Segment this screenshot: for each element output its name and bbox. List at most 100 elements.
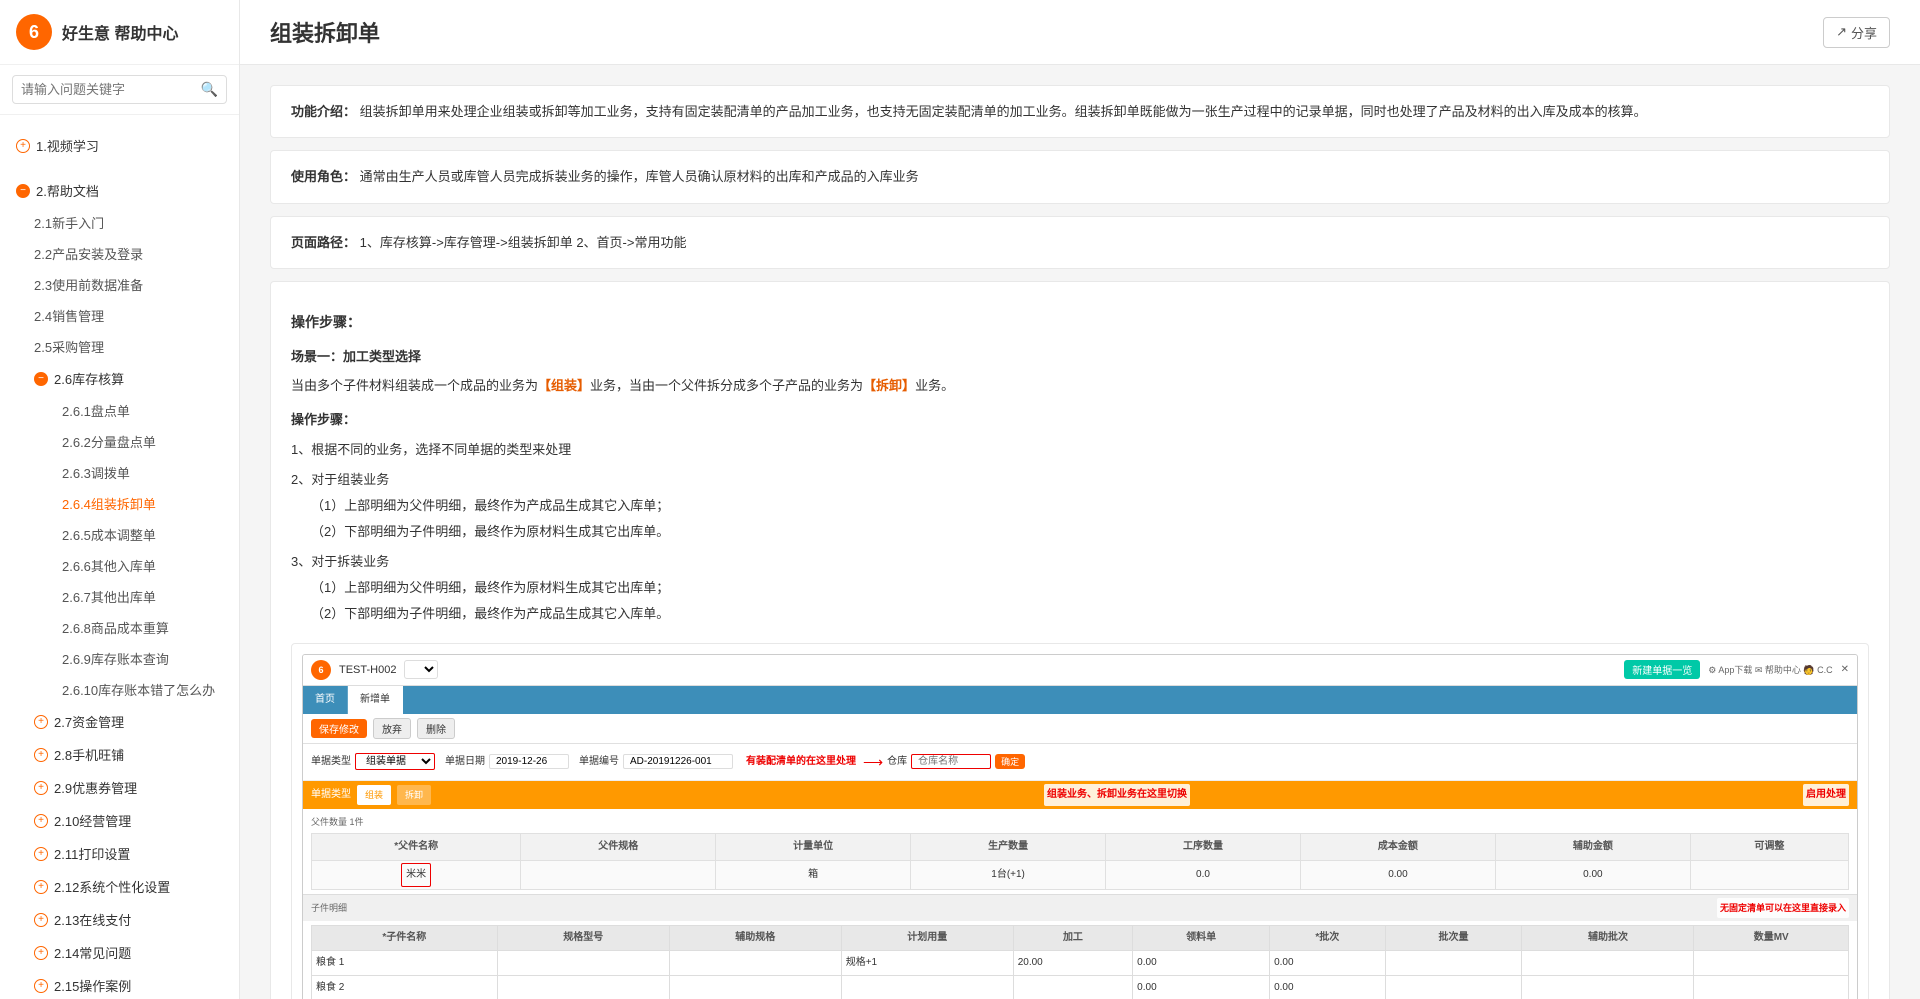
sim-th-aux-spec: 辅助规格 bbox=[669, 925, 841, 950]
sidebar-item-other-out[interactable]: 2.6.7其他出库单 bbox=[56, 581, 239, 612]
sim-th-aux: 辅助金额 bbox=[1495, 833, 1690, 860]
sim-ann1-area: 有装配清单的在这里处理 ⟶ 仓库 确定 bbox=[743, 748, 1025, 776]
sim-type-bar: 单据类型 组装 拆卸 组装业务、拆卸业务在这里切换 启用处理 bbox=[303, 781, 1857, 809]
sidebar-item-finance[interactable]: + 2.7资金管理 bbox=[28, 705, 239, 738]
step3-2-text: （2）下部明细为子件明细，最终作为产成品生成其它入库单。 bbox=[311, 601, 1869, 627]
sim-top-icons: ⚙ App下载 ✉ 帮助中心 🧑 C.C bbox=[1708, 661, 1832, 679]
sim-th-process: 加工 bbox=[1013, 925, 1132, 950]
sim-no-input[interactable] bbox=[623, 754, 733, 769]
sim-ann3-text: 组装业务、拆卸业务在这里切换 bbox=[1044, 784, 1190, 806]
share-button[interactable]: ↗ 分享 bbox=[1823, 17, 1890, 48]
sim-tab-new[interactable]: 新增单 bbox=[348, 686, 403, 714]
sim-save-btn[interactable]: 保存修改 bbox=[311, 719, 367, 738]
zuzhuang-link[interactable]: 【组装】 bbox=[538, 378, 590, 393]
page-title: 组装拆卸单 bbox=[270, 16, 380, 48]
sidebar-item-install[interactable]: 2.2产品安装及登录 bbox=[28, 238, 239, 269]
nav-list: + 1.视频学习 − 2.帮助文档 2.1新手入门 2.2产品安装及登录 2.3… bbox=[0, 115, 239, 999]
sidebar-item-faq[interactable]: + 2.14常见问题 bbox=[28, 936, 239, 969]
sim-td-prod-qty: 1台(+1) bbox=[911, 860, 1106, 889]
sim-type-select[interactable]: 组装单据 bbox=[355, 753, 435, 770]
sim-top-bar: 6 TEST-H002 新建单据一览 ⚙ App下载 ✉ 帮助中心 🧑 C.C … bbox=[303, 655, 1857, 686]
sim-no-label: 单据编号 bbox=[579, 752, 619, 772]
expand-icon-cases: + bbox=[34, 979, 48, 993]
chaiqian-link[interactable]: 【拆卸】 bbox=[863, 378, 915, 393]
app-logo-text: 好生意 帮助中心 bbox=[62, 20, 178, 44]
sim-close-icon[interactable]: ✕ bbox=[1841, 660, 1849, 680]
sim-tab-home[interactable]: 首页 bbox=[303, 686, 348, 714]
sim-new-btn[interactable]: 新建单据一览 bbox=[1624, 660, 1700, 679]
scene1-desc-mid: 业务，当由一个父件拆分成多个子产品的业务为 bbox=[590, 378, 863, 393]
sidebar-item-ledger-query[interactable]: 2.6.9库存账本查询 bbox=[56, 643, 239, 674]
sidebar-item-docs[interactable]: − 2.帮助文档 bbox=[0, 174, 239, 207]
sim-ann5-text: 无固定清单可以在这里直接录入 bbox=[1717, 898, 1849, 918]
sim-highlight-cell[interactable]: 米米 bbox=[401, 863, 431, 887]
sidebar-item-sys-settings[interactable]: + 2.12系统个性化设置 bbox=[28, 870, 239, 903]
logo-area: 6 好生意 帮助中心 bbox=[0, 0, 239, 65]
expand-icon-sys: + bbox=[34, 880, 48, 894]
sidebar-item-cost-adjust[interactable]: 2.6.5成本调整单 bbox=[56, 519, 239, 550]
sim-type-switch: 单据类型 组装 拆卸 bbox=[311, 785, 431, 805]
sidebar-item-sales[interactable]: 2.4销售管理 bbox=[28, 300, 239, 331]
sidebar-item-other-in[interactable]: 2.6.6其他入库单 bbox=[56, 550, 239, 581]
search-icon[interactable]: 🔍 bbox=[201, 81, 218, 98]
sim-date-input[interactable] bbox=[489, 754, 569, 769]
sim-ann4-text: 启用处理 bbox=[1803, 784, 1849, 806]
sidebar-item-print[interactable]: + 2.11打印设置 bbox=[28, 837, 239, 870]
sidebar-item-data-prep-label: 2.3使用前数据准备 bbox=[34, 278, 143, 293]
step3-1-text: （1）上部明细为父件明细，最终作为原材料生成其它出库单； bbox=[311, 575, 1869, 601]
ops-steps-block: 操作步骤： 场景一：加工类型选择 当由多个子件材料组装成一个成品的业务为【组装】… bbox=[270, 281, 1890, 999]
sidebar-item-install-label: 2.2产品安装及登录 bbox=[34, 247, 143, 262]
sidebar-item-stocktake[interactable]: 2.6.1盘点单 bbox=[56, 395, 239, 426]
sim-th-qty: 数量MV bbox=[1694, 925, 1849, 950]
sidebar-item-newbie[interactable]: 2.1新手入门 bbox=[28, 207, 239, 238]
sidebar-item-sales-label: 2.4销售管理 bbox=[34, 309, 104, 324]
sim-delete-btn[interactable]: 删除 bbox=[417, 718, 455, 739]
sim-td-proc-qty: 0.0 bbox=[1106, 860, 1301, 889]
sidebar-item-partial-stock[interactable]: 2.6.2分量盘点单 bbox=[56, 426, 239, 457]
search-input[interactable] bbox=[21, 82, 201, 97]
path-label: 页面路径： bbox=[291, 235, 356, 250]
sim-company-select[interactable] bbox=[404, 660, 438, 679]
sim-cancel-btn[interactable]: 放弃 bbox=[373, 718, 411, 739]
sidebar-item-mobile[interactable]: + 2.8手机旺铺 bbox=[28, 738, 239, 771]
sidebar-item-ops-manage[interactable]: + 2.10经营管理 bbox=[28, 804, 239, 837]
sidebar-item-transfer[interactable]: 2.6.3调拨单 bbox=[56, 457, 239, 488]
content-body: 功能介绍： 组装拆卸单用来处理企业组装或拆卸等加工业务，支持有固定装配清单的产品… bbox=[240, 65, 1920, 999]
sidebar-item-cases[interactable]: + 2.15操作案例 bbox=[28, 969, 239, 999]
sidebar-item-assemble[interactable]: 2.6.4组装拆卸单 bbox=[56, 488, 239, 519]
nav-section-docs: − 2.帮助文档 2.1新手入门 2.2产品安装及登录 2.3使用前数据准备 2… bbox=[0, 168, 239, 999]
expand-icon-faq: + bbox=[34, 946, 48, 960]
sim-td-adj bbox=[1690, 860, 1848, 889]
sim-bottom-table-body: *子件名称 规格型号 辅助规格 计划用量 加工 领料单 *批次 批次量 辅助批次 bbox=[303, 921, 1857, 999]
sidebar-item-purchase[interactable]: 2.5采购管理 bbox=[28, 331, 239, 362]
search-box[interactable]: 🔍 bbox=[12, 75, 227, 104]
sidebar-item-coupon[interactable]: + 2.9优惠券管理 bbox=[28, 771, 239, 804]
sidebar-item-inventory[interactable]: − 2.6库存核算 bbox=[28, 362, 239, 395]
sim-top-table: *父件名称 父件规格 计量单位 生产数量 工序数量 成本金额 辅助金额 可调整 bbox=[311, 833, 1849, 890]
sidebar-item-ledger-fix[interactable]: 2.6.10库存账本错了怎么办 bbox=[56, 674, 239, 705]
sim-th-parent-name: *父件名称 bbox=[312, 833, 521, 860]
func-intro-text: 组装拆卸单用来处理企业组装或拆卸等加工业务，支持有固定装配清单的产品加工业务，也… bbox=[360, 104, 1647, 119]
sim-type-toggle-disassemble[interactable]: 拆卸 bbox=[397, 785, 431, 805]
sim-field-type: 单据类型 组装单据 bbox=[311, 752, 435, 772]
sim-confirm-btn[interactable]: 确定 bbox=[995, 754, 1025, 769]
sim-field-date: 单据日期 bbox=[445, 752, 569, 772]
sim-date-label: 单据日期 bbox=[445, 752, 485, 772]
sidebar-item-data-prep[interactable]: 2.3使用前数据准备 bbox=[28, 269, 239, 300]
sidebar-item-video[interactable]: + 1.视频学习 bbox=[0, 129, 239, 162]
table-row: 粮食 1 规格+1 20.00 0.00 0.00 bbox=[312, 950, 1849, 975]
sim-th-batch: *批次 bbox=[1270, 925, 1386, 950]
sim-th-spec: 规格型号 bbox=[497, 925, 669, 950]
sim-warehouse-input[interactable] bbox=[911, 754, 991, 769]
func-intro-block: 功能介绍： 组装拆卸单用来处理企业组装或拆卸等加工业务，支持有固定装配清单的产品… bbox=[270, 85, 1890, 138]
sidebar-item-cost-recalc[interactable]: 2.6.8商品成本重算 bbox=[56, 612, 239, 643]
sim-type-label: 单据类型 bbox=[311, 752, 351, 772]
sim-field-no: 单据编号 bbox=[579, 752, 733, 772]
sidebar-item-online-pay[interactable]: + 2.13在线支付 bbox=[28, 903, 239, 936]
sim-type-toggle[interactable]: 组装 bbox=[357, 785, 391, 805]
sim-field-warehouse: 仓库 bbox=[887, 752, 991, 772]
sim-th-proc-qty: 工序数量 bbox=[1106, 833, 1301, 860]
func-intro-label: 功能介绍： bbox=[291, 104, 356, 119]
sim-td-unit: 箱 bbox=[716, 860, 911, 889]
sidebar-item-newbie-label: 2.1新手入门 bbox=[34, 216, 104, 231]
